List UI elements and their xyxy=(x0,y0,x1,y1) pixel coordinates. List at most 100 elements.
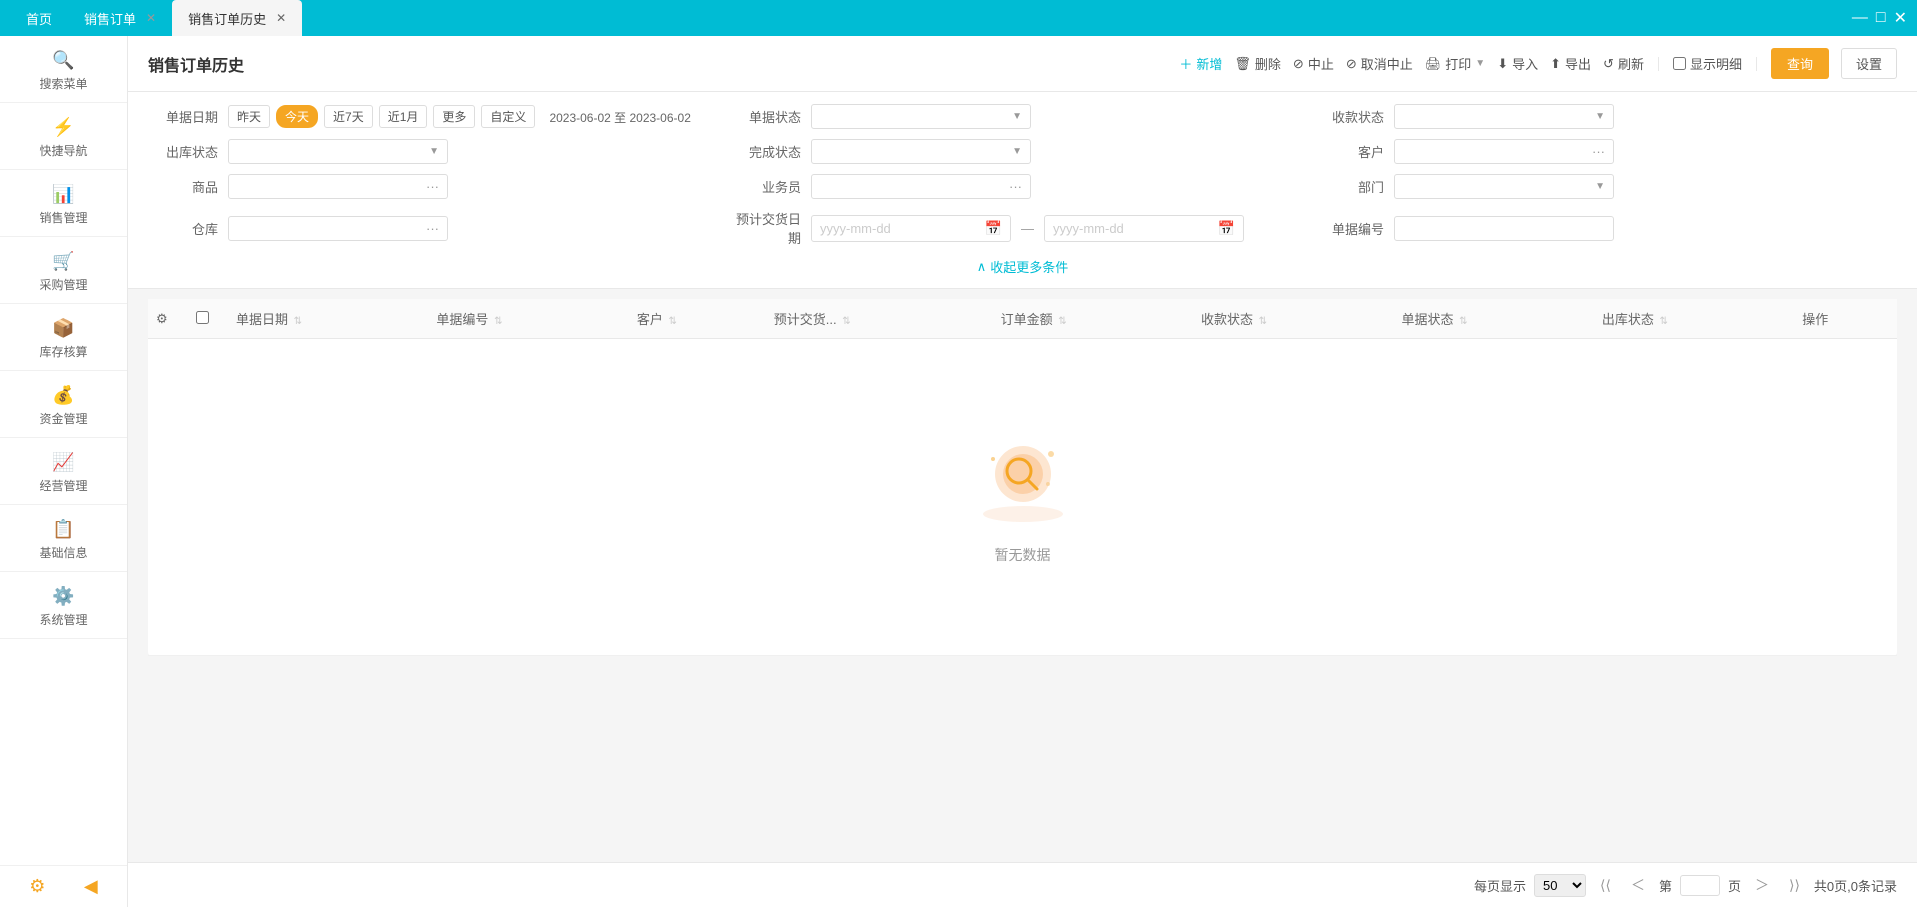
settings-bottom-icon[interactable]: ⚙ xyxy=(29,876,45,897)
print-button[interactable]: 🖨 打印 ▼ xyxy=(1425,54,1485,73)
outbound-status-arrow-icon: ▼ xyxy=(429,146,439,157)
sys-mgmt-icon: ⚙️ xyxy=(52,586,74,607)
refresh-icon: ↺ xyxy=(1603,56,1614,72)
expected-date-to-input[interactable]: yyyy-mm-dd 📅 xyxy=(1044,215,1244,242)
query-button[interactable]: 查询 xyxy=(1771,48,1829,79)
tab-home[interactable]: 首页 xyxy=(10,0,68,36)
outbound-status-select[interactable]: ▼ xyxy=(228,139,448,164)
table-checkbox-col[interactable] xyxy=(188,299,228,339)
col-doc-status[interactable]: 单据状态 ⇅ xyxy=(1393,299,1593,339)
export-button[interactable]: ⬆ 导出 xyxy=(1550,54,1591,73)
settings-button[interactable]: 设置 xyxy=(1841,48,1897,79)
delete-icon: 🗑 xyxy=(1234,56,1251,72)
sidebar-item-search-menu[interactable]: 🔍 搜索菜单 xyxy=(0,36,127,103)
goods-label: 商品 xyxy=(148,177,228,196)
next-page-btn[interactable]: ＞ xyxy=(1749,873,1775,897)
date-btn-more[interactable]: 更多 xyxy=(433,105,475,128)
sidebar-item-business-mgmt[interactable]: 📈 经营管理 xyxy=(0,438,127,505)
calendar-from-icon[interactable]: 📅 xyxy=(985,220,1002,237)
col-outbound-status[interactable]: 出库状态 ⇅ xyxy=(1594,299,1794,339)
print-dropdown-icon: ▼ xyxy=(1475,58,1485,69)
sales-mgmt-icon: 📊 xyxy=(52,184,74,205)
complete-status-select[interactable]: ▼ xyxy=(811,139,1031,164)
empty-cell: 暂无数据 xyxy=(148,339,1897,656)
col-amount[interactable]: 订单金额 ⇅ xyxy=(993,299,1193,339)
sidebar: 🔍 搜索菜单 ⚡ 快捷导航 📊 销售管理 🛒 采购管理 📦 库存核算 💰 资金管… xyxy=(0,36,128,907)
tab-sales-order[interactable]: 销售订单 ✕ xyxy=(68,0,172,36)
date-btn-today[interactable]: 今天 xyxy=(276,105,318,128)
goods-dots-icon[interactable]: ··· xyxy=(426,179,439,194)
sidebar-item-finance[interactable]: 💰 资金管理 xyxy=(0,371,127,438)
first-page-btn[interactable]: ⟨⟨ xyxy=(1594,875,1617,896)
filter-row-4: 仓库 ··· 预计交货日期 yyyy-mm-dd 📅 — yyyy-mm- xyxy=(148,209,1897,247)
sidebar-item-sales-mgmt[interactable]: 📊 销售管理 xyxy=(0,170,127,237)
delete-button[interactable]: 🗑 删除 xyxy=(1234,54,1281,73)
table-header-row: ⚙ 单据日期 ⇅ 单据编号 ⇅ xyxy=(148,299,1897,339)
display-toggle-checkbox[interactable] xyxy=(1673,57,1686,70)
filter-row-2: 出库状态 ▼ 完成状态 ▼ 客户 xyxy=(148,139,1897,164)
page-size-select[interactable]: 50 10 20 100 xyxy=(1534,874,1586,897)
maximize-icon[interactable]: □ xyxy=(1876,9,1886,27)
warehouse-dots-icon[interactable]: ··· xyxy=(426,221,439,236)
sidebar-item-inventory[interactable]: 📦 库存核算 xyxy=(0,304,127,371)
pagination: 每页显示 50 10 20 100 ⟨⟨ ＜ 第 1 页 ＞ ⟩⟩ 共0页,0条… xyxy=(128,862,1917,907)
date-btn-1month[interactable]: 近1月 xyxy=(379,105,428,128)
close-icon[interactable]: ✕ xyxy=(1894,8,1907,28)
customer-dots-icon[interactable]: ··· xyxy=(1592,144,1605,159)
sidebar-item-purchase-mgmt[interactable]: 🛒 采购管理 xyxy=(0,237,127,304)
date-shortcuts: 昨天 今天 近7天 近1月 更多 自定义 xyxy=(228,105,535,128)
doc-no-input[interactable] xyxy=(1394,216,1614,241)
department-label: 部门 xyxy=(1314,177,1394,196)
col-payment-status[interactable]: 收款状态 ⇅ xyxy=(1193,299,1393,339)
add-button[interactable]: ＋ 新增 xyxy=(1179,54,1222,73)
payment-status-select[interactable]: ▼ xyxy=(1394,104,1614,129)
minimize-icon[interactable]: — xyxy=(1852,9,1868,27)
sidebar-item-sys-mgmt[interactable]: ⚙️ 系统管理 xyxy=(0,572,127,639)
department-control: ▼ xyxy=(1394,174,1897,199)
col-customer[interactable]: 客户 ⇅ xyxy=(629,299,766,339)
customer-label: 客户 xyxy=(1314,142,1394,161)
col-outbound-status-sort-icon: ⇅ xyxy=(1660,316,1668,327)
collapse-button[interactable]: ∧ 收起更多条件 xyxy=(148,257,1897,276)
date-btn-yesterday[interactable]: 昨天 xyxy=(228,105,270,128)
empty-illustration xyxy=(963,429,1083,529)
col-date[interactable]: 单据日期 ⇅ xyxy=(228,299,428,339)
salesperson-input[interactable]: ··· xyxy=(811,174,1031,199)
table-settings-col[interactable]: ⚙ xyxy=(148,299,188,339)
refresh-button[interactable]: ↺ 刷新 xyxy=(1603,54,1644,73)
col-expected-date[interactable]: 预计交货... ⇅ xyxy=(766,299,993,339)
stop-button[interactable]: ⊘ 中止 xyxy=(1293,54,1334,73)
collapse-sidebar-icon[interactable]: ◀ xyxy=(84,876,98,897)
salesperson-dots-icon[interactable]: ··· xyxy=(1009,179,1022,194)
expected-date-from-input[interactable]: yyyy-mm-dd 📅 xyxy=(811,215,1011,242)
export-icon: ⬆ xyxy=(1550,56,1561,72)
print-icon: 🖨 xyxy=(1425,56,1442,72)
tab-close-history[interactable]: ✕ xyxy=(276,11,286,25)
sidebar-item-quick-nav[interactable]: ⚡ 快捷导航 xyxy=(0,103,127,170)
cancel-stop-icon: ⊘ xyxy=(1346,56,1357,72)
prev-page-btn[interactable]: ＜ xyxy=(1625,873,1651,897)
last-page-btn[interactable]: ⟩⟩ xyxy=(1783,875,1806,896)
empty-text: 暂无数据 xyxy=(995,545,1051,565)
display-toggle[interactable]: 显示明细 xyxy=(1673,54,1742,73)
cancel-stop-button[interactable]: ⊘ 取消中止 xyxy=(1346,54,1413,73)
warehouse-input[interactable]: ··· xyxy=(228,216,448,241)
date-btn-7days[interactable]: 近7天 xyxy=(324,105,373,128)
tab-close-sales-order[interactable]: ✕ xyxy=(146,11,156,25)
import-button[interactable]: ⬇ 导入 xyxy=(1497,54,1538,73)
sidebar-item-base-info[interactable]: 📋 基础信息 xyxy=(0,505,127,572)
col-doc-no[interactable]: 单据编号 ⇅ xyxy=(428,299,628,339)
business-mgmt-icon: 📈 xyxy=(52,452,74,473)
doc-status-select[interactable]: ▼ xyxy=(811,104,1031,129)
top-bar: 首页 销售订单 ✕ 销售订单历史 ✕ — □ ✕ xyxy=(0,0,1917,36)
select-all-checkbox[interactable] xyxy=(196,311,209,324)
department-select[interactable]: ▼ xyxy=(1394,174,1614,199)
table-settings-icon[interactable]: ⚙ xyxy=(156,311,168,326)
payment-status-label: 收款状态 xyxy=(1314,107,1394,126)
tab-sales-order-history[interactable]: 销售订单历史 ✕ xyxy=(172,0,302,36)
calendar-to-icon[interactable]: 📅 xyxy=(1218,220,1235,237)
date-btn-custom[interactable]: 自定义 xyxy=(481,105,535,128)
customer-input[interactable]: ··· xyxy=(1394,139,1614,164)
goods-input[interactable]: ··· xyxy=(228,174,448,199)
page-number-input[interactable]: 1 xyxy=(1680,875,1720,896)
